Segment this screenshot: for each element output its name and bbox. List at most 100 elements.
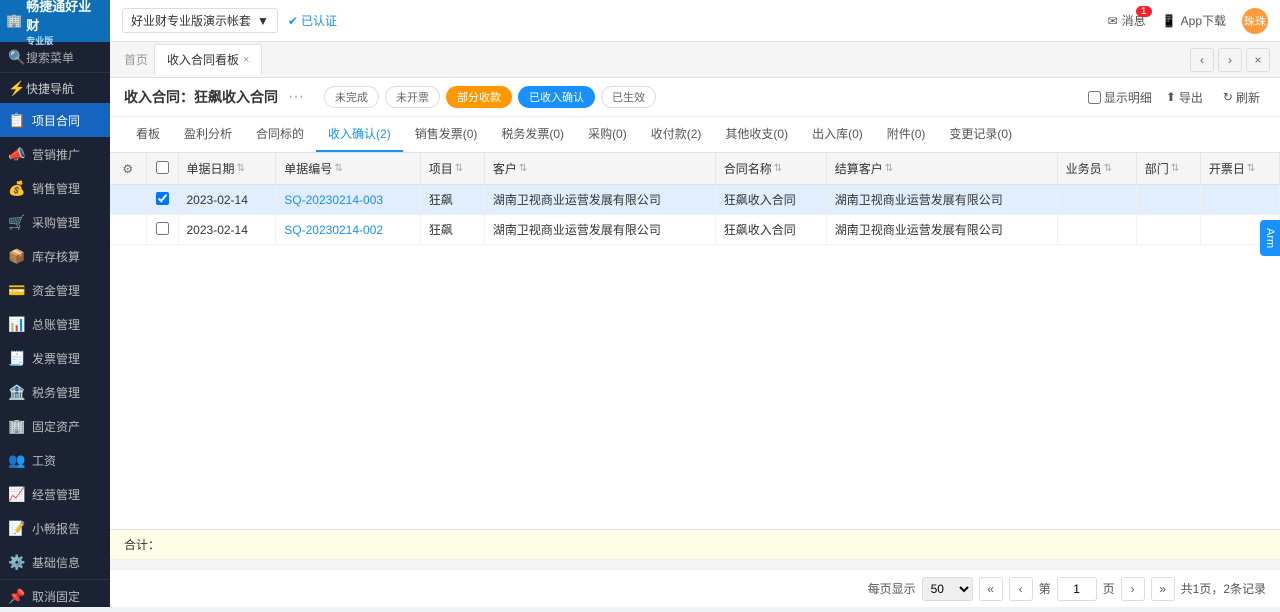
- row-checkbox-cell[interactable]: [146, 185, 178, 215]
- tab-board[interactable]: 看板: [124, 117, 172, 152]
- sort-customer-icon: ⇅: [519, 163, 527, 174]
- col-project[interactable]: 项目⇅: [420, 153, 484, 185]
- sidebar-bottom: 📌 取消固定: [0, 579, 110, 612]
- col-contract[interactable]: 合同名称⇅: [715, 153, 826, 185]
- gear-icon: ⚙: [122, 162, 133, 176]
- col-date[interactable]: 单据日期⇅: [178, 153, 276, 185]
- tab-nav-next[interactable]: ›: [1218, 48, 1242, 72]
- tab-purchase[interactable]: 采购(0): [576, 117, 639, 152]
- sidebar-item-marketing[interactable]: 📣 营销推广: [0, 137, 110, 171]
- page-number-input[interactable]: [1057, 577, 1097, 601]
- first-page-button[interactable]: «: [979, 577, 1003, 601]
- per-page-select[interactable]: 50 10 20 100: [922, 577, 973, 601]
- header-actions: 显示明细 ⬆ 导出 ↻ 刷新: [1088, 87, 1266, 108]
- sidebar-item-invoice[interactable]: 🧾 发票管理: [0, 341, 110, 375]
- app-download-button[interactable]: 📱 App下载: [1162, 12, 1226, 29]
- status-incomplete[interactable]: 未完成: [324, 86, 379, 108]
- message-badge: 1: [1136, 6, 1152, 17]
- table-row[interactable]: 2023-02-14 SQ-20230214-003 狂飙 湖南卫视商业运营发展…: [110, 185, 1280, 215]
- sidebar-item-purchase[interactable]: 🛒 采购管理: [0, 205, 110, 239]
- col-billing-customer[interactable]: 结算客户⇅: [826, 153, 1057, 185]
- row-checkbox[interactable]: [156, 222, 169, 235]
- right-panel-button[interactable]: Arm: [1260, 220, 1280, 256]
- col-gear[interactable]: ⚙: [110, 153, 146, 185]
- tab-income-confirm[interactable]: 收入确认(2): [316, 117, 403, 152]
- row-checkbox[interactable]: [156, 192, 169, 205]
- tab-other-income[interactable]: 其他收支(0): [713, 117, 800, 152]
- sidebar-item-fixed-assets[interactable]: 🏢 固定资产: [0, 409, 110, 443]
- row-salesman: [1057, 215, 1136, 245]
- status-uninvoiced[interactable]: 未开票: [385, 86, 440, 108]
- tab-payment[interactable]: 收付款(2): [639, 117, 714, 152]
- table-row[interactable]: 2023-02-14 SQ-20230214-002 狂飙 湖南卫视商业运营发展…: [110, 215, 1280, 245]
- sidebar-item-general[interactable]: 📊 总账管理: [0, 307, 110, 341]
- sidebar-item-capital[interactable]: 💳 资金管理: [0, 273, 110, 307]
- tab-profit[interactable]: 盈利分析: [172, 117, 244, 152]
- col-salesman[interactable]: 业务员⇅: [1057, 153, 1136, 185]
- prev-page-button[interactable]: ‹: [1009, 577, 1033, 601]
- tab-income-contract[interactable]: 收入合同看板 ×: [154, 44, 262, 75]
- status-confirmed[interactable]: 已收入确认: [518, 86, 595, 108]
- sidebar-item-quick[interactable]: ⚡ 快捷导航: [0, 73, 110, 103]
- fixed-assets-icon: 🏢: [8, 417, 26, 435]
- sidebar-bottom-label: 取消固定: [32, 588, 80, 605]
- sidebar-item-inventory[interactable]: 📦 库存核算: [0, 239, 110, 273]
- sidebar-item-search[interactable]: 🔍 搜索菜单: [0, 42, 110, 73]
- next-page-button[interactable]: ›: [1121, 577, 1145, 601]
- horizontal-scrollbar[interactable]: [110, 559, 1280, 569]
- row-gear-cell: [110, 215, 146, 245]
- user-avatar[interactable]: 珠珠: [1242, 8, 1268, 34]
- tab-contract-std[interactable]: 合同标的: [244, 117, 316, 152]
- sidebar-item-hr[interactable]: 👥 工资: [0, 443, 110, 477]
- table-header-row: ⚙ 单据日期⇅ 单据编号⇅ 项目⇅: [110, 153, 1280, 185]
- row-number[interactable]: SQ-20230214-002: [276, 215, 420, 245]
- row-number-link[interactable]: SQ-20230214-002: [284, 223, 383, 237]
- sidebar-item-tax[interactable]: 🏦 税务管理: [0, 375, 110, 409]
- data-table: ⚙ 单据日期⇅ 单据编号⇅ 项目⇅: [110, 153, 1280, 245]
- close-tab-icon[interactable]: ×: [243, 54, 249, 66]
- sidebar-item-sales[interactable]: 💰 销售管理: [0, 171, 110, 205]
- sidebar-item-project[interactable]: 📋 项目合同: [0, 103, 110, 137]
- sort-open-date-icon: ⇅: [1247, 163, 1255, 174]
- show-detail-input[interactable]: [1088, 91, 1101, 104]
- sidebar-item-base[interactable]: ⚙️ 基础信息: [0, 545, 110, 579]
- tab-change-log[interactable]: 变更记录(0): [937, 117, 1024, 152]
- check-icon: ✔: [288, 14, 298, 28]
- tab-attachment[interactable]: 附件(0): [875, 117, 938, 152]
- status-effective[interactable]: 已生效: [601, 86, 656, 108]
- marketing-icon: 📣: [8, 145, 26, 163]
- sidebar-item-label: 固定资产: [32, 418, 80, 435]
- last-page-button[interactable]: »: [1151, 577, 1175, 601]
- status-partial[interactable]: 部分收款: [446, 86, 512, 108]
- sidebar-item-mgmt[interactable]: 📈 经营管理: [0, 477, 110, 511]
- sidebar-item-report[interactable]: 📝 小畅报告: [0, 511, 110, 545]
- sidebar-item-label: 搜索菜单: [26, 49, 74, 66]
- tab-sales-invoice[interactable]: 销售发票(0): [403, 117, 490, 152]
- base-icon: ⚙️: [8, 553, 26, 571]
- hr-icon: 👥: [8, 451, 26, 469]
- tab-warehouse[interactable]: 出入库(0): [800, 117, 875, 152]
- export-button[interactable]: ⬆ 导出: [1160, 87, 1209, 108]
- tab-nav-prev[interactable]: ‹: [1190, 48, 1214, 72]
- more-options-button[interactable]: ···: [288, 88, 304, 106]
- select-all-checkbox[interactable]: [156, 161, 169, 174]
- row-gear-cell: [110, 185, 146, 215]
- tab-label: 收入合同看板: [167, 51, 239, 68]
- col-number[interactable]: 单据编号⇅: [276, 153, 420, 185]
- tab-tax-invoice[interactable]: 税务发票(0): [489, 117, 576, 152]
- row-number[interactable]: SQ-20230214-003: [276, 185, 420, 215]
- tab-home[interactable]: 首页: [120, 45, 152, 74]
- purchase-icon: 🛒: [8, 213, 26, 231]
- tab-nav-close[interactable]: ×: [1246, 48, 1270, 72]
- col-checkbox[interactable]: [146, 153, 178, 185]
- refresh-button[interactable]: ↻ 刷新: [1217, 87, 1266, 108]
- col-department[interactable]: 部门⇅: [1136, 153, 1200, 185]
- show-detail-checkbox[interactable]: 显示明细: [1088, 89, 1152, 106]
- col-open-date[interactable]: 开票日⇅: [1200, 153, 1279, 185]
- sidebar-item-cancel-fixed[interactable]: 📌 取消固定: [0, 580, 110, 612]
- row-checkbox-cell[interactable]: [146, 215, 178, 245]
- message-button[interactable]: ✉ 消息 1: [1108, 12, 1146, 29]
- col-customer[interactable]: 客户⇅: [484, 153, 715, 185]
- row-number-link[interactable]: SQ-20230214-003: [284, 193, 383, 207]
- company-selector[interactable]: 好业财专业版演示帐套 ▼: [122, 8, 278, 33]
